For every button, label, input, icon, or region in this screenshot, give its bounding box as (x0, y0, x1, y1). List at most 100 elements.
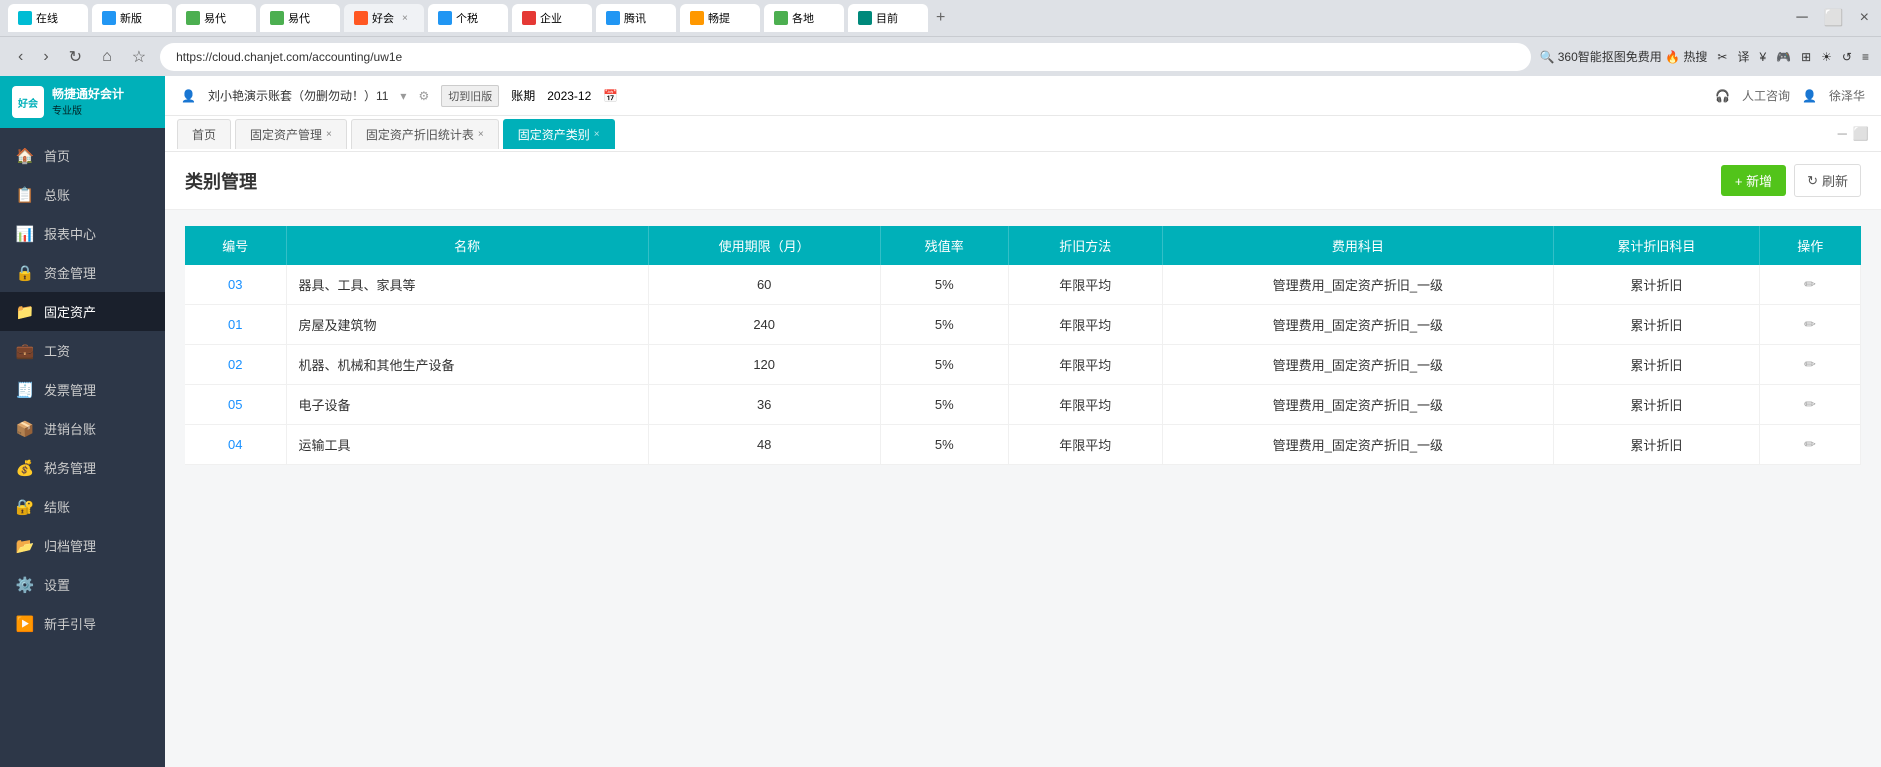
col-header-accum: 累计折旧科目 (1553, 226, 1759, 265)
cell-expense-0: 管理费用_固定资产折旧_一级 (1162, 265, 1553, 305)
user-icon: 👤 (1802, 89, 1817, 103)
dropdown-icon[interactable]: ▾ (400, 89, 406, 103)
cell-action-0[interactable]: ✏ (1759, 265, 1860, 305)
cell-method-0: 年限平均 (1008, 265, 1162, 305)
sidebar-label-home: 首页 (44, 146, 70, 165)
cell-id-4: 04 (185, 425, 286, 465)
app-container: 好会 畅捷通好会计 专业版 🏠 首页 📋 总账 📊 报表中心 🔒 资金管理 (0, 76, 1881, 767)
cell-accum-0: 累计折旧 (1553, 265, 1759, 305)
cell-expense-1: 管理费用_固定资产折旧_一级 (1162, 305, 1553, 345)
sidebar-label-finance: 资金管理 (44, 263, 96, 282)
sidebar-item-payroll[interactable]: 💼 工资 (0, 331, 165, 370)
browser-tab-t4[interactable]: 易代 (260, 4, 340, 32)
tab-fixed-asset-mgmt[interactable]: 固定资产管理 × (235, 119, 347, 149)
sidebar-label-guide: 新手引导 (44, 614, 96, 633)
cell-expense-2: 管理费用_固定资产折旧_一级 (1162, 345, 1553, 385)
sidebar-item-reports[interactable]: 📊 报表中心 (0, 214, 165, 253)
settings-gear-icon[interactable]: ⚙ (418, 89, 429, 103)
tab-asset-category[interactable]: 固定资产类别 × (503, 119, 615, 149)
add-button[interactable]: + 新增 (1721, 165, 1786, 196)
tab-expand-icon[interactable]: ⬜ (1853, 126, 1869, 142)
cell-accum-2: 累计折旧 (1553, 345, 1759, 385)
cell-action-2[interactable]: ✏ (1759, 345, 1860, 385)
browser-tab-t5[interactable]: 好会 × (344, 4, 424, 32)
undo-icon: ↺ (1842, 50, 1852, 64)
cell-name-4: 运输工具 (286, 425, 648, 465)
tab-home[interactable]: 首页 (177, 119, 231, 149)
sidebar-item-inventory[interactable]: 📦 进销台账 (0, 409, 165, 448)
tab-minimize-icon[interactable]: ─ (1838, 126, 1847, 142)
menu-icon[interactable]: ≡ (1862, 50, 1869, 64)
browser-tab-t6[interactable]: 个税 (428, 4, 508, 32)
home-nav-button[interactable]: ⌂ (96, 46, 118, 68)
cell-period-0: 60 (648, 265, 880, 305)
window-maximize-button[interactable]: ⬜ (1820, 8, 1848, 28)
payroll-icon: 💼 (16, 342, 34, 360)
consult-label[interactable]: 人工咨询 (1742, 87, 1790, 104)
browser-tab-t1[interactable]: 在线 (8, 4, 88, 32)
col-header-residual: 残值率 (880, 226, 1008, 265)
browser-tab-t3[interactable]: 易代 (176, 4, 256, 32)
guide-icon: ▶️ (16, 615, 34, 633)
sidebar-item-fixed-assets[interactable]: 📁 固定资产 (0, 292, 165, 331)
logo-icon: 好会 (12, 86, 44, 118)
sidebar: 好会 畅捷通好会计 专业版 🏠 首页 📋 总账 📊 报表中心 🔒 资金管理 (0, 76, 165, 767)
closing-icon: 🔐 (16, 498, 34, 516)
browser-tab-t11[interactable]: 目前 (848, 4, 928, 32)
new-tab-button[interactable]: + (932, 9, 949, 27)
edit-icon-0[interactable]: ✏ (1804, 276, 1816, 292)
cell-method-2: 年限平均 (1008, 345, 1162, 385)
edit-icon-3[interactable]: ✏ (1804, 396, 1816, 412)
refresh-button[interactable]: ↻ 刷新 (1794, 164, 1861, 197)
forward-button[interactable]: › (37, 46, 54, 68)
cell-action-4[interactable]: ✏ (1759, 425, 1860, 465)
cell-action-1[interactable]: ✏ (1759, 305, 1860, 345)
sidebar-item-archive[interactable]: 📂 归档管理 (0, 526, 165, 565)
browser-tab-t9[interactable]: 畅提 (680, 4, 760, 32)
table-row: 05 电子设备 36 5% 年限平均 管理费用_固定资产折旧_一级 累计折旧 ✏ (185, 385, 1861, 425)
sidebar-item-finance[interactable]: 🔒 资金管理 (0, 253, 165, 292)
switch-version-button[interactable]: 切到旧版 (441, 85, 499, 107)
reload-button[interactable]: ↻ (63, 45, 88, 69)
cell-name-2: 机器、机械和其他生产设备 (286, 345, 648, 385)
ledger-icon: 📋 (16, 186, 34, 204)
top-bar-right: 🎧 人工咨询 👤 徐泽华 (1715, 87, 1865, 104)
browser-tab-t2[interactable]: 新版 (92, 4, 172, 32)
browser-tab-t7[interactable]: 企业 (512, 4, 592, 32)
sidebar-item-home[interactable]: 🏠 首页 (0, 136, 165, 175)
sidebar-item-guide[interactable]: ▶️ 新手引导 (0, 604, 165, 643)
window-minimize-button[interactable]: ─ (1792, 9, 1811, 27)
cell-method-3: 年限平均 (1008, 385, 1162, 425)
back-button[interactable]: ‹ (12, 46, 29, 68)
edit-icon-2[interactable]: ✏ (1804, 356, 1816, 372)
cell-residual-1: 5% (880, 305, 1008, 345)
tab-close-fixed-asset-mgmt[interactable]: × (326, 129, 332, 140)
tab-close-depreciation-stat[interactable]: × (478, 129, 484, 140)
edit-icon-4[interactable]: ✏ (1804, 436, 1816, 452)
edit-icon-1[interactable]: ✏ (1804, 316, 1816, 332)
browser-tab-t8[interactable]: 腾讯 (596, 4, 676, 32)
calendar-icon[interactable]: 📅 (603, 89, 618, 103)
cell-residual-3: 5% (880, 385, 1008, 425)
cell-period-4: 48 (648, 425, 880, 465)
tab-close-asset-category[interactable]: × (594, 129, 600, 140)
sidebar-item-invoice[interactable]: 🧾 发票管理 (0, 370, 165, 409)
col-header-action: 操作 (1759, 226, 1860, 265)
address-input[interactable] (160, 43, 1531, 71)
search-bar: 🔍 360智能抠图免费用 🔥 热搜 (1539, 48, 1707, 65)
game-icon: 🎮 (1776, 50, 1791, 64)
tab-depreciation-stat[interactable]: 固定资产折旧统计表 × (351, 119, 499, 149)
cell-name-3: 电子设备 (286, 385, 648, 425)
sidebar-item-ledger[interactable]: 📋 总账 (0, 175, 165, 214)
bookmark-button[interactable]: ☆ (126, 45, 152, 69)
sidebar-item-settings[interactable]: ⚙️ 设置 (0, 565, 165, 604)
cell-action-3[interactable]: ✏ (1759, 385, 1860, 425)
window-close-button[interactable]: × (1856, 9, 1873, 27)
tab-home-label: 首页 (192, 126, 216, 143)
sidebar-item-tax[interactable]: 💰 税务管理 (0, 448, 165, 487)
page-header: 类别管理 + 新增 ↻ 刷新 (165, 152, 1881, 210)
browser-tab-t10[interactable]: 各地 (764, 4, 844, 32)
table-body: 03 器具、工具、家具等 60 5% 年限平均 管理费用_固定资产折旧_一级 累… (185, 265, 1861, 465)
tab-close-t5[interactable]: × (402, 13, 408, 24)
sidebar-item-closing[interactable]: 🔐 结账 (0, 487, 165, 526)
